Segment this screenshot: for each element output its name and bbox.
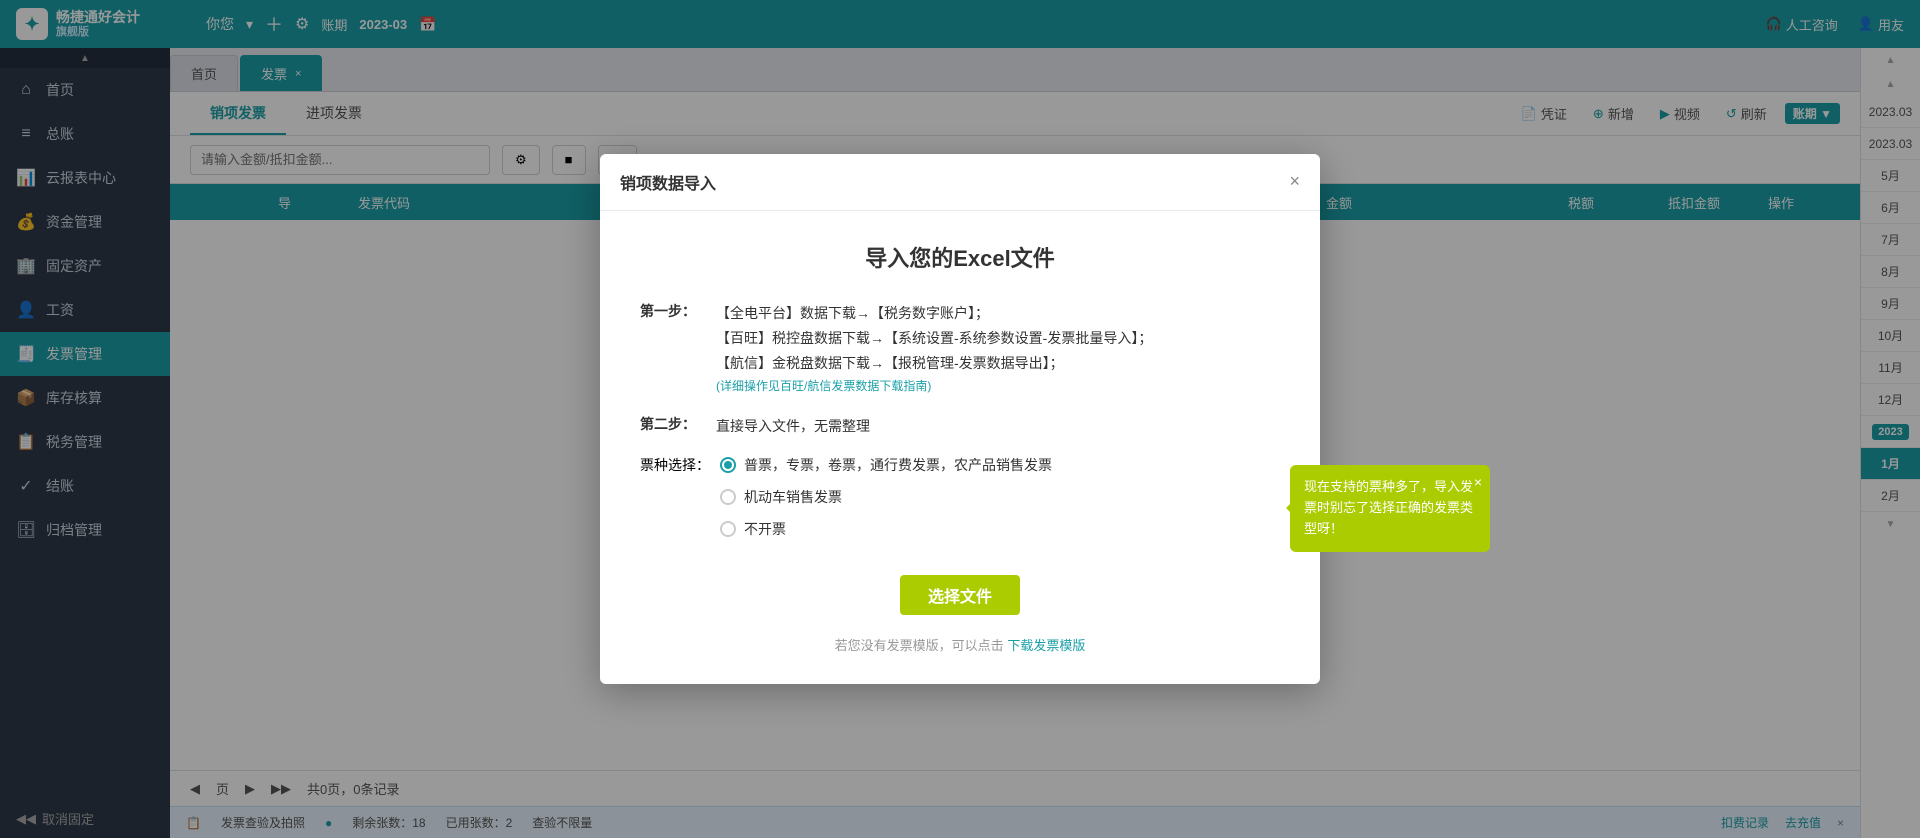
tooltip-text: 现在支持的票种多了，导入发票时别忘了选择正确的发票类型呀！: [1304, 479, 1473, 536]
import-modal: 销项数据导入 × 导入您的Excel文件 第一步： 【全电平台】数据下载→【税务…: [600, 154, 1320, 684]
step1-link[interactable]: (详细操作见百旺/航信发票数据下载指南): [716, 376, 1152, 398]
radio-normal-label: 普票，专票，卷票，通行费发票，农产品销售发票: [744, 455, 1052, 475]
radio-none[interactable]: 不开票: [720, 519, 1052, 539]
radio-normal[interactable]: 普票，专票，卷票，通行费发票，农产品销售发票: [720, 455, 1052, 475]
modal-close-button[interactable]: ×: [1289, 171, 1300, 192]
step2-label: 第二步：: [640, 414, 700, 439]
radio-label-row: 票种选择： 普票，专票，卷票，通行费发票，农产品销售发票 机动车销售发票: [640, 455, 1280, 551]
radio-normal-circle: [720, 457, 736, 473]
modal-title: 销项数据导入: [620, 170, 716, 194]
radio-none-label: 不开票: [744, 519, 786, 539]
radio-group: 票种选择： 普票，专票，卷票，通行费发票，农产品销售发票 机动车销售发票: [640, 455, 1280, 551]
tooltip-bubble: × 现在支持的票种多了，导入发票时别忘了选择正确的发票类型呀！: [1290, 465, 1490, 551]
radio-none-circle: [720, 521, 736, 537]
modal-main-title: 导入您的Excel文件: [640, 241, 1280, 273]
step2-content: 直接导入文件，无需整理: [716, 414, 870, 439]
step1-line3: 【航信】金税盘数据下载→【报税管理-发票数据导出】；: [716, 351, 1152, 376]
step2-row: 第二步： 直接导入文件，无需整理: [640, 414, 1280, 439]
modal-overlay[interactable]: 销项数据导入 × 导入您的Excel文件 第一步： 【全电平台】数据下载→【税务…: [0, 0, 1920, 838]
step1-content: 【全电平台】数据下载→【税务数字账户】； 【百旺】税控盘数据下载→【系统设置-系…: [716, 301, 1152, 398]
modal-body: 导入您的Excel文件 第一步： 【全电平台】数据下载→【税务数字账户】； 【百…: [600, 211, 1320, 684]
radio-motor[interactable]: 机动车销售发票: [720, 487, 1052, 507]
step1-row: 第一步： 【全电平台】数据下载→【税务数字账户】； 【百旺】税控盘数据下载→【系…: [640, 301, 1280, 398]
step1-line2: 【百旺】税控盘数据下载→【系统设置-系统参数设置-发票批量导入】；: [716, 326, 1152, 351]
modal-footer-note: 若您没有发票模版，可以点击 下载发票模版: [640, 635, 1280, 654]
radio-options: 普票，专票，卷票，通行费发票，农产品销售发票 机动车销售发票 不开票: [720, 455, 1052, 551]
download-template-link[interactable]: 下载发票模版: [1007, 638, 1085, 653]
select-file-button[interactable]: 选择文件: [900, 575, 1020, 615]
radio-motor-circle: [720, 489, 736, 505]
modal-header: 销项数据导入 ×: [600, 154, 1320, 211]
radio-label: 票种选择：: [640, 455, 710, 475]
step1-label: 第一步：: [640, 301, 700, 398]
step1-line1: 【全电平台】数据下载→【税务数字账户】；: [716, 301, 1152, 326]
tooltip-close-button[interactable]: ×: [1474, 471, 1482, 493]
radio-motor-label: 机动车销售发票: [744, 487, 842, 507]
